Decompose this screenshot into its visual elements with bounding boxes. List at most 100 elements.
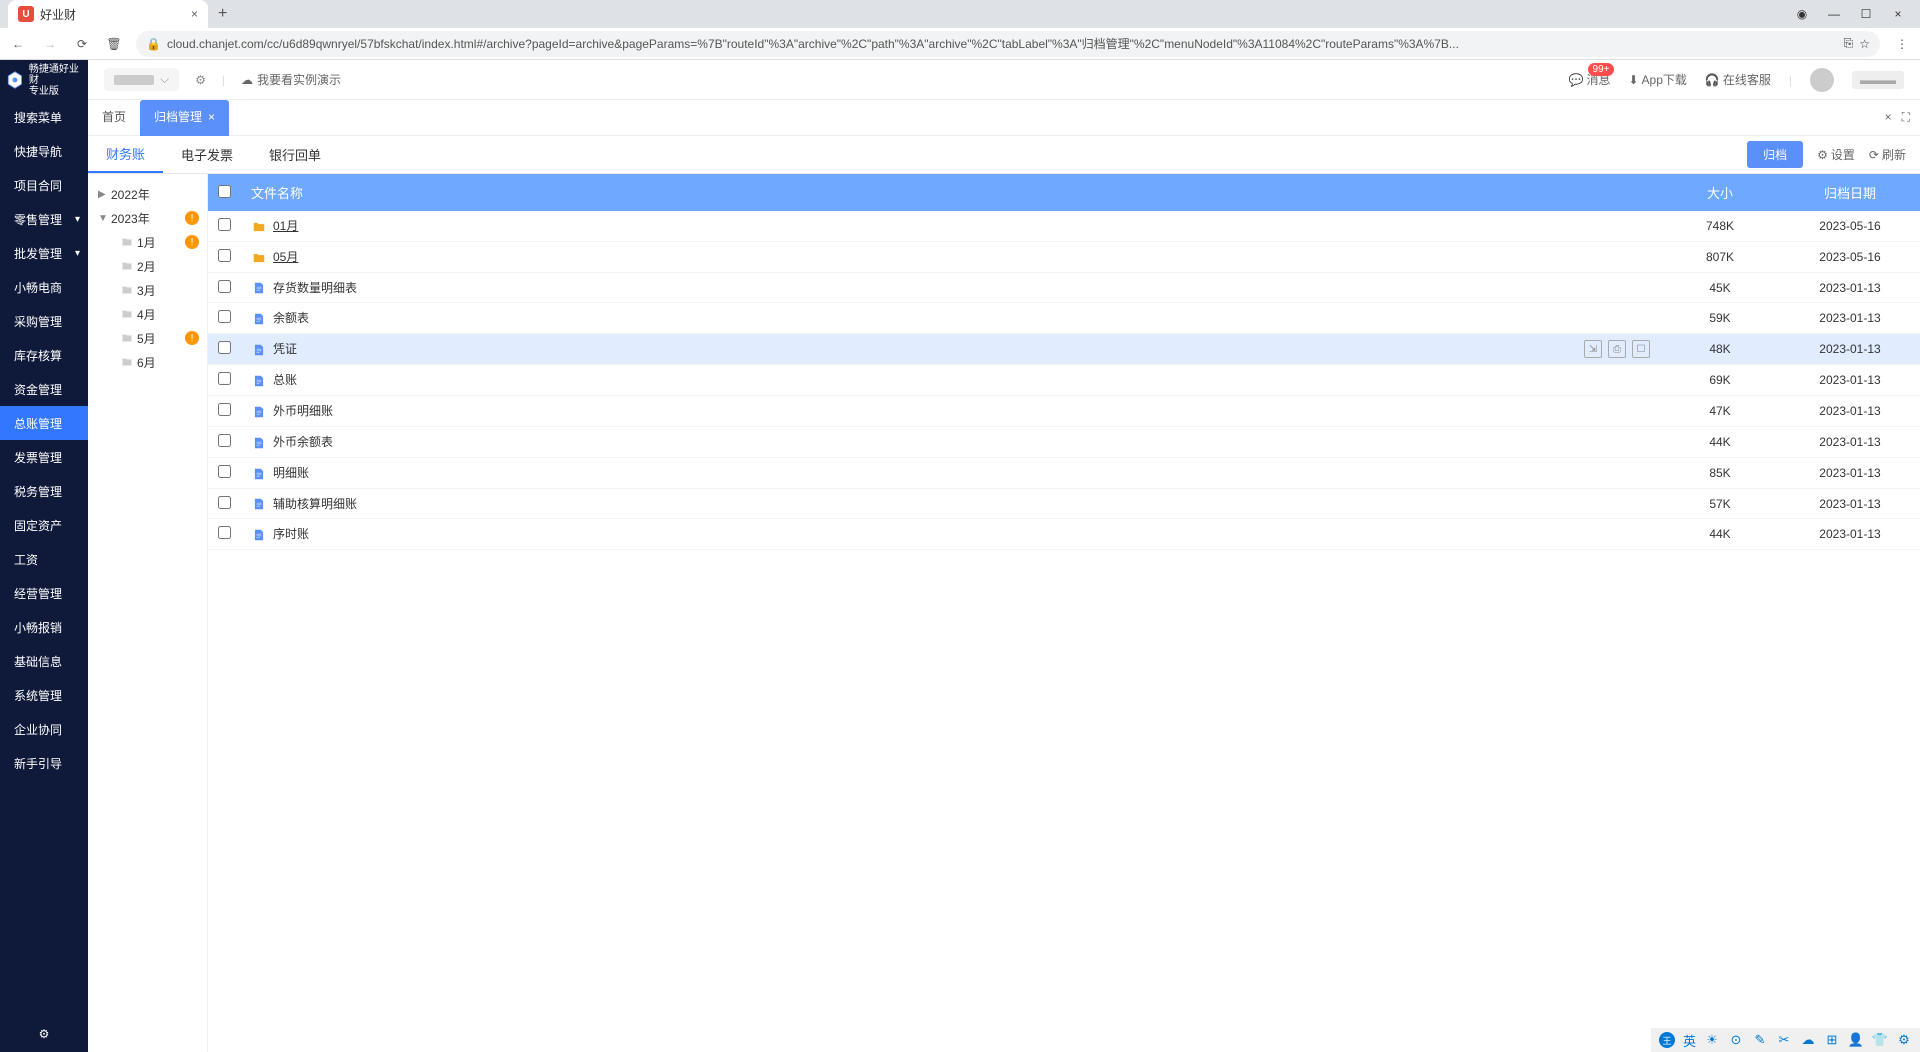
file-name[interactable]: 01月 [273, 219, 298, 233]
tree-month-3[interactable]: 3月 [88, 278, 207, 302]
table-row[interactable]: 外币余额表 44K 2023-01-13 [208, 426, 1920, 457]
table-row[interactable]: 辅助核算明细账 57K 2023-01-13 [208, 488, 1920, 519]
support-link[interactable]: 🎧 在线客服 [1705, 71, 1771, 88]
table-row[interactable]: 凭证⇲⎙☐ 48K 2023-01-13 [208, 334, 1920, 365]
sidebar-item-8[interactable]: 资金管理 [0, 372, 88, 406]
inner-tab-finance[interactable]: 财务账 [88, 136, 163, 173]
row-checkbox[interactable] [218, 526, 231, 539]
install-icon[interactable]: ⎘ [1844, 36, 1854, 51]
sidebar-settings-icon[interactable]: ⚙ [39, 1027, 50, 1041]
row-checkbox[interactable] [218, 465, 231, 478]
row-checkbox[interactable] [218, 372, 231, 385]
refresh-link[interactable]: ⟳刷新 [1869, 146, 1906, 163]
tb-icon-8[interactable]: 👕 [1872, 1032, 1888, 1048]
tree-month-5[interactable]: 5月! [88, 326, 207, 350]
row-checkbox[interactable] [218, 434, 231, 447]
sidebar-item-6[interactable]: 采购管理 [0, 304, 88, 338]
tb-icon-6[interactable]: ⊞ [1824, 1032, 1840, 1048]
table-row[interactable]: 序时账 44K 2023-01-13 [208, 519, 1920, 550]
sidebar-item-17[interactable]: 系统管理 [0, 678, 88, 712]
table-row[interactable]: 01月 748K 2023-05-16 [208, 211, 1920, 241]
sidebar-item-0[interactable]: 搜索菜单 [0, 100, 88, 134]
table-row[interactable]: 05月 807K 2023-05-16 [208, 241, 1920, 272]
sidebar-item-16[interactable]: 基础信息 [0, 644, 88, 678]
inner-tab-einvoice[interactable]: 电子发票 [163, 136, 251, 173]
back-button[interactable]: ← [8, 34, 28, 54]
tb-icon-3[interactable]: ✎ [1752, 1032, 1768, 1048]
download-link[interactable]: ⬇ App下载 [1628, 71, 1686, 88]
sidebar-item-3[interactable]: 零售管理▾ [0, 202, 88, 236]
row-checkbox[interactable] [218, 496, 231, 509]
maximize-button[interactable]: ☐ [1854, 2, 1878, 26]
tree-month-1[interactable]: 1月! [88, 230, 207, 254]
action-2-icon[interactable]: ⎙ [1608, 340, 1626, 358]
new-tab-button[interactable]: + [208, 5, 237, 23]
select-all-checkbox[interactable] [218, 185, 231, 198]
close-all-tabs-icon[interactable]: × [1885, 110, 1892, 125]
ime-lang[interactable]: 英 [1683, 1031, 1696, 1050]
sidebar-item-13[interactable]: 工资 [0, 542, 88, 576]
row-checkbox[interactable] [218, 403, 231, 416]
minimize-button[interactable]: — [1822, 2, 1846, 26]
row-checkbox[interactable] [218, 249, 231, 262]
settings-link[interactable]: ⚙设置 [1817, 146, 1855, 163]
sidebar-item-18[interactable]: 企业协同 [0, 712, 88, 746]
tree-node-2023[interactable]: ▼ 2023年 ! [88, 206, 207, 230]
company-select[interactable]: ⌵ [104, 68, 179, 91]
sidebar-item-1[interactable]: 快捷导航 [0, 134, 88, 168]
tb-icon-7[interactable]: 👤 [1848, 1032, 1864, 1048]
sidebar-item-15[interactable]: 小畅报销 [0, 610, 88, 644]
sidebar-item-12[interactable]: 固定资产 [0, 508, 88, 542]
tree-month-2[interactable]: 2月 [88, 254, 207, 278]
row-checkbox[interactable] [218, 218, 231, 231]
table-row[interactable]: 余额表 59K 2023-01-13 [208, 303, 1920, 334]
row-checkbox[interactable] [218, 280, 231, 293]
sidebar-item-7[interactable]: 库存核算 [0, 338, 88, 372]
archive-button[interactable]: 归档 [1747, 141, 1803, 168]
tab-archive[interactable]: 归档管理 × [140, 100, 229, 136]
sidebar-item-10[interactable]: 发票管理 [0, 440, 88, 474]
messages-link[interactable]: 💬 消息 99+ [1569, 71, 1611, 88]
url-bar[interactable]: 🔒 cloud.chanjet.com/cc/u6d89qwnryel/57bf… [136, 31, 1880, 57]
tab-close-icon[interactable]: × [191, 7, 198, 21]
tb-icon-5[interactable]: ☁ [1800, 1032, 1816, 1048]
account-icon[interactable]: ◉ [1790, 2, 1814, 26]
table-row[interactable]: 外币明细账 47K 2023-01-13 [208, 396, 1920, 427]
inner-tab-bank[interactable]: 银行回单 [251, 136, 339, 173]
row-checkbox[interactable] [218, 310, 231, 323]
ime-icon[interactable]: 王 [1659, 1032, 1675, 1048]
table-row[interactable]: 存货数量明细表 45K 2023-01-13 [208, 272, 1920, 303]
sidebar-item-19[interactable]: 新手引导 [0, 746, 88, 780]
sidebar-item-11[interactable]: 税务管理 [0, 474, 88, 508]
row-checkbox[interactable] [218, 341, 231, 354]
header-gear-icon[interactable]: ⚙ [195, 73, 206, 87]
sidebar-item-4[interactable]: 批发管理▾ [0, 236, 88, 270]
forward-button[interactable]: → [40, 34, 60, 54]
tree-month-6[interactable]: 6月 [88, 350, 207, 374]
tab-home[interactable]: 首页 [88, 100, 140, 136]
sidebar-item-9[interactable]: 总账管理 [0, 406, 88, 440]
tb-icon-4[interactable]: ✂ [1776, 1032, 1792, 1048]
avatar[interactable] [1810, 68, 1834, 92]
browser-tab[interactable]: U 好业财 × [8, 0, 208, 28]
fullscreen-icon[interactable]: ⛶ [1902, 110, 1910, 125]
action-3-icon[interactable]: ☐ [1632, 340, 1650, 358]
table-row[interactable]: 总账 69K 2023-01-13 [208, 365, 1920, 396]
tree-node-2022[interactable]: ▶ 2022年 [88, 182, 207, 206]
action-1-icon[interactable]: ⇲ [1584, 340, 1602, 358]
star-icon[interactable]: ☆ [1859, 37, 1870, 51]
menu-icon[interactable]: ⋮ [1892, 34, 1912, 54]
sidebar-item-5[interactable]: 小畅电商 [0, 270, 88, 304]
file-name[interactable]: 05月 [273, 250, 298, 264]
table-row[interactable]: 明细账 85K 2023-01-13 [208, 457, 1920, 488]
reload-button[interactable]: ⟳ [72, 34, 92, 54]
demo-link[interactable]: ☁ 我要看实例演示 [241, 71, 341, 88]
tb-icon-9[interactable]: ⚙ [1896, 1032, 1912, 1048]
tb-icon-1[interactable]: ☀ [1704, 1032, 1720, 1048]
delete-icon[interactable]: 🗑 [104, 34, 124, 54]
close-window-button[interactable]: × [1886, 2, 1910, 26]
tree-month-4[interactable]: 4月 [88, 302, 207, 326]
sidebar-item-14[interactable]: 经营管理 [0, 576, 88, 610]
tab-close-icon[interactable]: × [208, 110, 215, 124]
tb-icon-2[interactable]: ⊙ [1728, 1032, 1744, 1048]
